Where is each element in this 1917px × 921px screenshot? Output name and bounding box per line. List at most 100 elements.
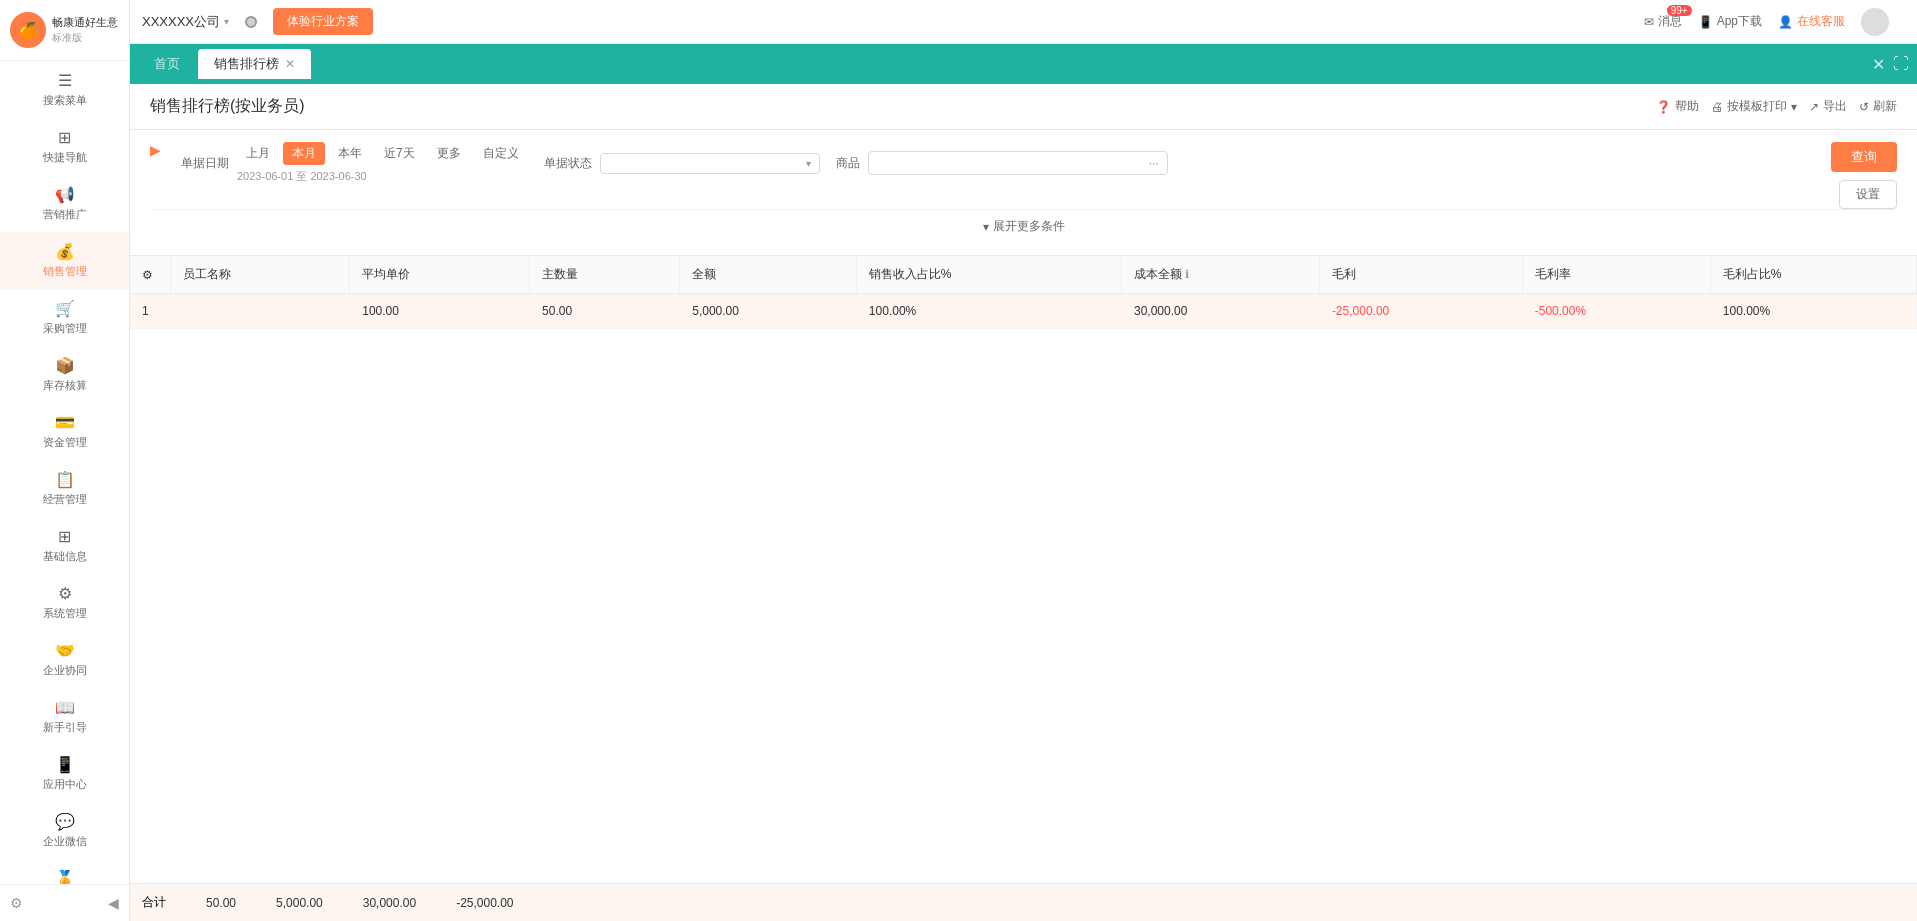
sidebar-item-label: 资金管理 (43, 435, 87, 450)
tab-close-icon[interactable]: ✕ (285, 57, 295, 71)
table-head: ⚙ 员工名称 平均单价 主数量 全额 销售收入占比% 成本全额 ℹ 毛利 毛利率… (130, 256, 1917, 294)
sidebar-item-enterprise[interactable]: 🤝 企业协同 (0, 631, 129, 688)
tab-bar-close-icon[interactable]: ✕ (1872, 55, 1885, 74)
help-label: 帮助 (1675, 98, 1699, 115)
date-tab-this-year[interactable]: 本年 (329, 142, 371, 165)
header-settings-button[interactable] (237, 8, 265, 36)
sales-icon: 💰 (55, 242, 75, 261)
cell-gross-rate: -500.00% (1522, 294, 1710, 329)
sidebar-item-shortcut[interactable]: ⊞ 快捷导航 (0, 118, 129, 175)
sidebar-item-purchase[interactable]: 🛒 采购管理 (0, 289, 129, 346)
tab-bar-expand-icon[interactable]: ⛶ (1893, 55, 1909, 73)
footer-qty: 50.00 (206, 896, 236, 910)
table-row: 1 100.00 50.00 5,000.00 100.00% 30,000.0… (130, 294, 1917, 329)
logo-text: 畅康通好生意 (52, 15, 118, 30)
sidebar-item-label: 企业微信 (43, 834, 87, 849)
date-tab-last-month[interactable]: 上月 (237, 142, 279, 165)
cell-amount: 5,000.00 (680, 294, 857, 329)
sidebar-item-apps[interactable]: 📱 应用中心 (0, 745, 129, 802)
sidebar-collapse-icon[interactable]: ◀ (108, 895, 119, 911)
sidebar-item-search[interactable]: ☰ 搜索菜单 (0, 61, 129, 118)
footer-label: 合计 (142, 894, 166, 911)
wechat-icon: 💬 (55, 812, 75, 831)
sidebar-item-marketing[interactable]: 📢 营销推广 (0, 175, 129, 232)
tab-home-label: 首页 (154, 55, 180, 73)
expand-more-button[interactable]: ▾ 展开更多条件 (983, 218, 1065, 235)
sidebar-item-basic[interactable]: ⊞ 基础信息 (0, 517, 129, 574)
sidebar: 🍊 畅康通好生意 标准版 ☰ 搜索菜单 ⊞ 快捷导航 📢 营销推广 💰 销售管理… (0, 0, 130, 921)
purchase-icon: 🛒 (55, 299, 75, 318)
refresh-button[interactable]: ↺ 刷新 (1859, 98, 1897, 115)
print-icon: 🖨 (1711, 100, 1723, 114)
header-service-button[interactable]: 👤 在线客服 (1778, 13, 1845, 30)
apps-icon: 📱 (55, 755, 75, 774)
footer-amount-value: 5,000.00 (276, 896, 323, 910)
status-label: 单据状态 (544, 155, 592, 172)
shortcut-icon: ⊞ (58, 128, 71, 147)
col-cost: 成本全额 ℹ (1122, 256, 1320, 294)
footer-cost: 30,000.00 (363, 896, 416, 910)
print-button[interactable]: 🖨 按模板打印 ▾ (1711, 98, 1797, 115)
service-icon: 👤 (1778, 15, 1793, 29)
date-tab-7days[interactable]: 近7天 (375, 142, 424, 165)
page-actions: ❓ 帮助 🖨 按模板打印 ▾ ↗ 导出 ↺ 刷新 (1656, 98, 1897, 115)
print-chevron-icon: ▾ (1791, 100, 1797, 114)
sidebar-item-label: 系统管理 (43, 606, 87, 621)
finance-icon: 💳 (55, 413, 75, 432)
tab-home[interactable]: 首页 (138, 49, 196, 79)
date-tab-this-month[interactable]: 本月 (283, 142, 325, 165)
sidebar-item-finance[interactable]: 💳 资金管理 (0, 403, 129, 460)
date-tab-more[interactable]: 更多 (428, 142, 470, 165)
guide-icon: 📖 (55, 698, 75, 717)
date-tabs: 上月 本月 本年 近7天 更多 自定义 (237, 142, 528, 165)
col-gross-rate: 毛利率 (1522, 256, 1710, 294)
sidebar-item-system[interactable]: ⚙ 系统管理 (0, 574, 129, 631)
filter-settings-button[interactable]: 设置 (1839, 180, 1897, 209)
table-footer: 合计 50.00 5,000.00 30,000.00 -25,000.00 (130, 883, 1917, 921)
footer-qty-value: 50.00 (206, 896, 236, 910)
footer-gross-value: -25,000.00 (456, 896, 513, 910)
export-icon: ↗ (1809, 100, 1819, 114)
arrow-icon: ▶ (150, 142, 161, 158)
top-header: XXXXXX公司 ▾ 体验行业方案 ✉ 消息 99+ 📱 App下载 👤 在线客… (130, 0, 1917, 44)
col-qty: 主数量 (530, 256, 680, 294)
goods-more-icon[interactable]: ··· (1149, 156, 1159, 170)
logo: 🍊 畅康通好生意 标准版 (0, 0, 129, 61)
cell-gross: -25,000.00 (1319, 294, 1522, 329)
sidebar-item-label: 采购管理 (43, 321, 87, 336)
header-app-button[interactable]: 📱 App下载 (1698, 13, 1762, 30)
status-select[interactable]: ▾ (600, 153, 820, 174)
trial-button[interactable]: 体验行业方案 (273, 8, 373, 35)
sidebar-item-member[interactable]: 🏅 畅会员 (0, 859, 129, 884)
page-header: 销售排行榜(按业务员) ❓ 帮助 🖨 按模板打印 ▾ ↗ 导出 ↺ 刷新 (130, 84, 1917, 130)
sidebar-item-label: 新手引导 (43, 720, 87, 735)
logo-sub: 标准版 (52, 31, 118, 45)
export-button[interactable]: ↗ 导出 (1809, 98, 1847, 115)
col-gross-pct: 毛利占比% (1710, 256, 1916, 294)
sidebar-item-guide[interactable]: 📖 新手引导 (0, 688, 129, 745)
date-tab-custom[interactable]: 自定义 (474, 142, 528, 165)
header-message-button[interactable]: ✉ 消息 99+ (1644, 13, 1682, 30)
sidebar-settings-icon[interactable]: ⚙ (10, 895, 23, 911)
user-avatar[interactable] (1861, 8, 1889, 36)
filter-expand-arrow[interactable]: ▶ (150, 142, 161, 158)
inventory-icon: 📦 (55, 356, 75, 375)
cell-gross-pct: 100.00% (1710, 294, 1916, 329)
company-selector[interactable]: XXXXXX公司 ▾ (142, 13, 229, 31)
data-table: ⚙ 员工名称 平均单价 主数量 全额 销售收入占比% 成本全额 ℹ 毛利 毛利率… (130, 256, 1917, 329)
query-button[interactable]: 查询 (1831, 142, 1897, 172)
help-button[interactable]: ❓ 帮助 (1656, 98, 1699, 115)
footer-gross: -25,000.00 (456, 896, 513, 910)
sidebar-item-inventory[interactable]: 📦 库存核算 (0, 346, 129, 403)
sidebar-item-label: 销售管理 (43, 264, 87, 279)
page-content: 销售排行榜(按业务员) ❓ 帮助 🖨 按模板打印 ▾ ↗ 导出 ↺ 刷新 (130, 84, 1917, 921)
sidebar-item-sales[interactable]: 💰 销售管理 (0, 232, 129, 289)
col-sales-pct: 销售收入占比% (856, 256, 1121, 294)
sidebar-item-operations[interactable]: 📋 经营管理 (0, 460, 129, 517)
operations-icon: 📋 (55, 470, 75, 489)
goods-select[interactable]: ··· (868, 151, 1168, 175)
service-label: 在线客服 (1797, 13, 1845, 30)
logo-icon: 🍊 (10, 12, 46, 48)
sidebar-item-wechat[interactable]: 💬 企业微信 (0, 802, 129, 859)
tab-sales-ranking[interactable]: 销售排行榜 ✕ (198, 49, 311, 79)
